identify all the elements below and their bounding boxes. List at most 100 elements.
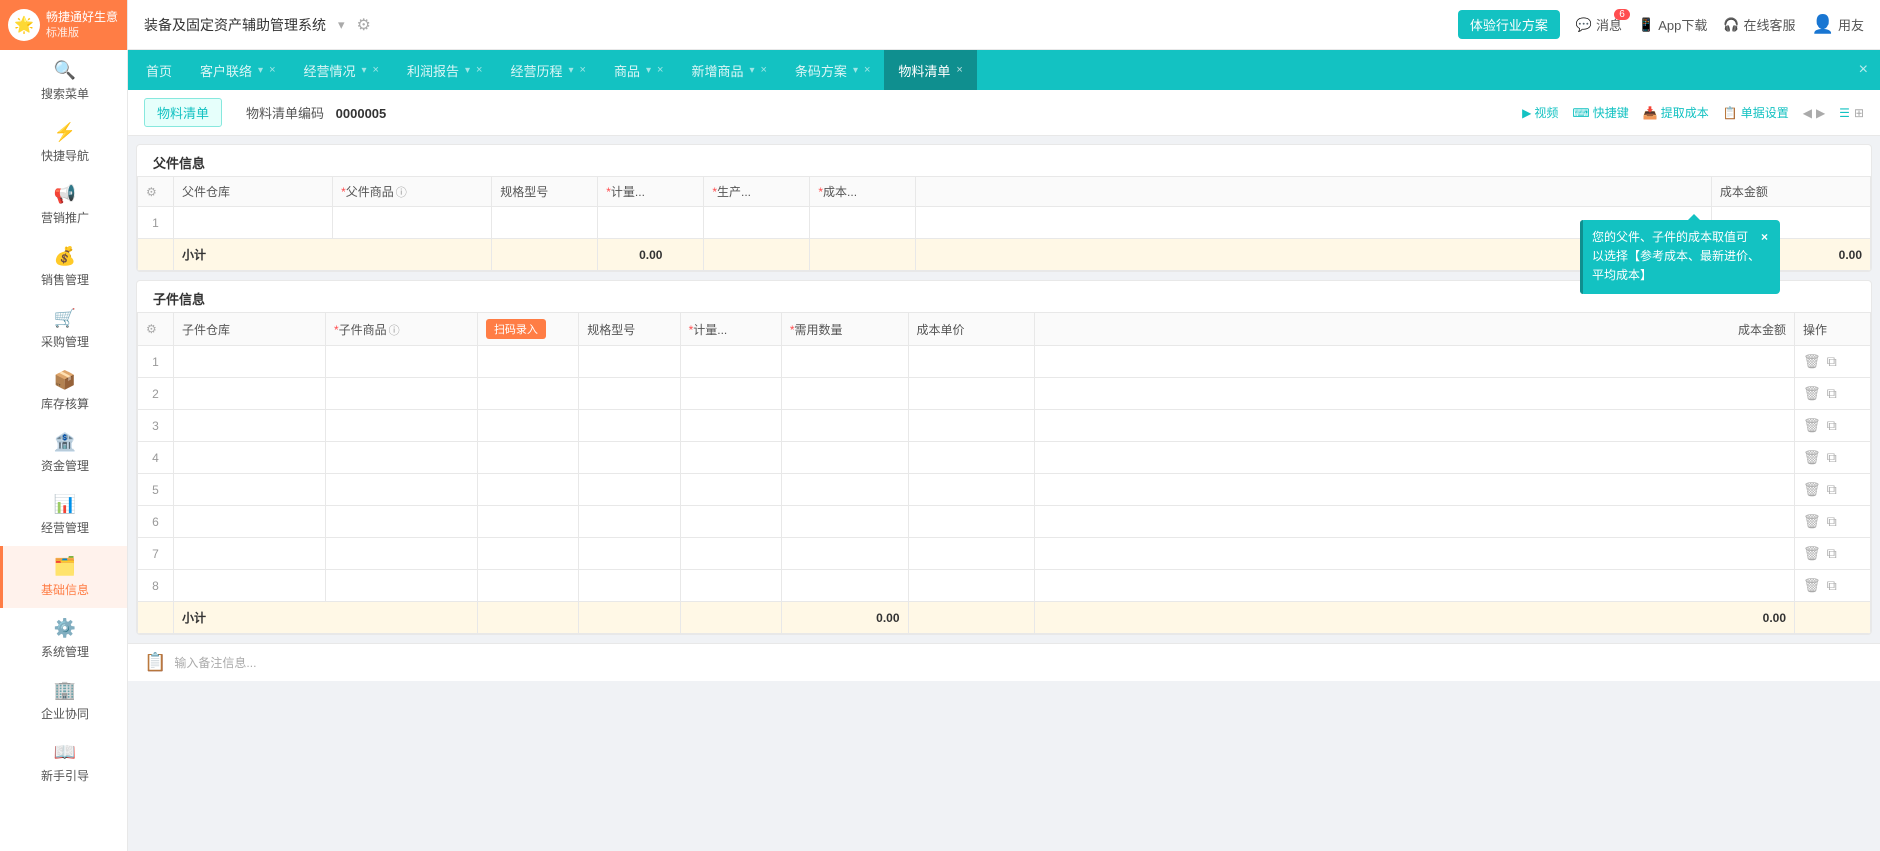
action-view[interactable]: ▶ 视频 — [1522, 104, 1558, 121]
sidebar-item-search[interactable]: 🔍 搜索菜单 — [0, 50, 127, 112]
delete-icon-1[interactable]: 🗑 — [1803, 353, 1821, 370]
delete-icon-5[interactable]: 🗑 — [1803, 481, 1821, 498]
action-extract-cost[interactable]: 📥 提取成本 — [1643, 104, 1709, 121]
parent-row-1-production[interactable] — [704, 207, 810, 239]
copy-icon-5[interactable]: ⧉ — [1827, 481, 1837, 498]
system-title: 装备及固定资产辅助管理系统 — [144, 15, 326, 35]
top-header-right: 体验行业方案 💬 消息 6 📱 App下载 🎧 在线客服 👤 用友 — [1458, 10, 1864, 39]
tab-profit-close[interactable]: × — [476, 64, 482, 76]
tab-profit[interactable]: 利润报告 ▾ × — [393, 50, 496, 90]
parent-col-warehouse: 父件仓库 — [174, 177, 333, 207]
sidebar-item-sales[interactable]: 💰 销售管理 — [0, 236, 127, 298]
guide-icon: 📖 — [54, 742, 76, 763]
tab-history[interactable]: 经营历程 ▾ × — [496, 50, 599, 90]
child-row-1-spec[interactable] — [579, 346, 680, 378]
copy-icon-7[interactable]: ⧉ — [1827, 545, 1837, 562]
sidebar-item-system[interactable]: ⚙️ 系统管理 — [0, 608, 127, 670]
nav-next-icon[interactable]: ▶ — [1816, 106, 1825, 120]
tabs-close-all[interactable]: × — [1851, 61, 1876, 79]
parent-gear-icon[interactable]: ⚙ — [146, 185, 157, 199]
child-row-1-warehouse[interactable] — [174, 346, 326, 378]
quicknav-icon: ⚡ — [54, 122, 76, 143]
child-row-1-unit[interactable] — [680, 346, 781, 378]
marketing-icon: 📢 — [54, 184, 76, 205]
tab-product[interactable]: 商品 ▾ × — [600, 50, 677, 90]
copy-icon-6[interactable]: ⧉ — [1827, 513, 1837, 530]
action-shortcut[interactable]: ⌨ 快捷键 — [1572, 104, 1628, 121]
parent-row-1-warehouse[interactable] — [174, 207, 333, 239]
parent-row-1-product[interactable] — [333, 207, 492, 239]
copy-icon-4[interactable]: ⧉ — [1827, 449, 1837, 466]
nav-controls: ◀ ▶ — [1803, 106, 1825, 120]
dropdown-arrow-icon[interactable]: ▾ — [338, 17, 345, 33]
service-icon: 🎧 — [1723, 17, 1739, 33]
sidebar-item-operation[interactable]: 📊 经营管理 — [0, 484, 127, 546]
delete-icon-7[interactable]: 🗑 — [1803, 545, 1821, 562]
delete-icon-3[interactable]: 🗑 — [1803, 417, 1821, 434]
sidebar-item-purchase[interactable]: 🛒 采购管理 — [0, 298, 127, 360]
sidebar-item-inventory[interactable]: 📦 库存核算 — [0, 360, 127, 422]
scan-input-btn[interactable]: 扫码录入 — [486, 319, 546, 339]
copy-icon-8[interactable]: ⧉ — [1827, 577, 1837, 594]
child-table: ⚙ 子件仓库 *子件商品ⓘ 扫码录入 规格型号 *计量... *需用数量 成本单… — [137, 312, 1871, 634]
child-row-1-product[interactable] — [325, 346, 477, 378]
delete-icon-8[interactable]: 🗑 — [1803, 577, 1821, 594]
tab-newproduct-arrow: ▾ — [749, 65, 754, 76]
child-row-1-unitcost[interactable] — [908, 346, 1035, 378]
sidebar-item-basic[interactable]: 🗂️ 基础信息 — [0, 546, 127, 608]
child-row-8: 8 🗑 ⧉ — [138, 570, 1871, 602]
child-row-1: 1 🗑 — [138, 346, 1871, 378]
nav-prev-icon[interactable]: ◀ — [1803, 106, 1812, 120]
user-action[interactable]: 👤 用友 — [1812, 14, 1864, 35]
child-row-2-warehouse[interactable] — [174, 378, 326, 410]
child-row-2-product[interactable] — [325, 378, 477, 410]
trial-button[interactable]: 体验行业方案 — [1458, 10, 1560, 39]
sidebar-item-finance[interactable]: 🏦 资金管理 — [0, 422, 127, 484]
tab-barcode-close[interactable]: × — [864, 64, 870, 76]
tab-operation[interactable]: 经营情况 ▾ × — [290, 50, 393, 90]
shortcut-icon: ⌨ — [1572, 106, 1589, 120]
parent-row-1-spec[interactable] — [492, 207, 598, 239]
delete-icon-2[interactable]: 🗑 — [1803, 385, 1821, 402]
tooltip-close-btn[interactable]: × — [1761, 228, 1768, 247]
tab-customer-close[interactable]: × — [269, 64, 275, 76]
parent-row-1-cost[interactable] — [810, 207, 916, 239]
child-section: 子件信息 ⚙ 子件仓库 *子件商品ⓘ 扫码录入 规格型号 *计量... *需用数 — [136, 280, 1872, 635]
sidebar-item-marketing[interactable]: 📢 营销推广 — [0, 174, 127, 236]
tab-bom[interactable]: 物料清单 × — [884, 50, 976, 90]
online-service-action[interactable]: 🎧 在线客服 — [1723, 15, 1795, 34]
child-subtotal-amount: 0.00 — [1035, 602, 1795, 634]
tab-operation-close[interactable]: × — [373, 64, 379, 76]
delete-icon-6[interactable]: 🗑 — [1803, 513, 1821, 530]
sidebar-item-guide[interactable]: 📖 新手引导 — [0, 732, 127, 794]
app-download-action[interactable]: 📱 App下载 — [1638, 15, 1707, 34]
settings-icon[interactable]: ⚙ — [357, 15, 371, 35]
copy-icon-2[interactable]: ⧉ — [1827, 385, 1837, 402]
tab-barcode[interactable]: 条码方案 ▾ × — [781, 50, 884, 90]
delete-icon-4[interactable]: 🗑 — [1803, 449, 1821, 466]
tooltip-box: × 您的父件、子件的成本取值可以选择【参考成本、最新进价、平均成本】 — [1580, 220, 1780, 294]
parent-subtotal-spec — [492, 239, 598, 271]
sidebar-item-enterprise[interactable]: 🏢 企业协同 — [0, 670, 127, 732]
message-action[interactable]: 💬 消息 6 — [1576, 15, 1622, 34]
grid-view-icon[interactable]: ⊞ — [1854, 106, 1864, 120]
tab-profit-arrow: ▾ — [465, 65, 470, 76]
sidebar-item-quicknav[interactable]: ⚡ 快捷导航 — [0, 112, 127, 174]
copy-icon-3[interactable]: ⧉ — [1827, 417, 1837, 434]
copy-icon-1[interactable]: ⧉ — [1827, 353, 1837, 370]
bottom-icon: 📋 — [144, 652, 166, 673]
parent-col-cost: *成本... — [810, 177, 916, 207]
tab-home[interactable]: 首页 — [132, 50, 186, 90]
tab-newproduct-close[interactable]: × — [760, 64, 766, 76]
tab-product-close[interactable]: × — [657, 64, 663, 76]
tab-new-product[interactable]: 新增商品 ▾ × — [677, 50, 780, 90]
child-row-1-qty[interactable] — [781, 346, 908, 378]
tab-history-close[interactable]: × — [580, 64, 586, 76]
list-view-icon[interactable]: ☰ — [1839, 106, 1850, 120]
action-single-setting[interactable]: 📋 单据设置 — [1723, 104, 1789, 121]
page-tab-bom[interactable]: 物料清单 — [144, 98, 222, 127]
tab-customer[interactable]: 客户联络 ▾ × — [186, 50, 289, 90]
tab-bom-close[interactable]: × — [956, 64, 962, 76]
parent-row-1-unit[interactable] — [598, 207, 704, 239]
child-gear-icon[interactable]: ⚙ — [146, 322, 157, 336]
